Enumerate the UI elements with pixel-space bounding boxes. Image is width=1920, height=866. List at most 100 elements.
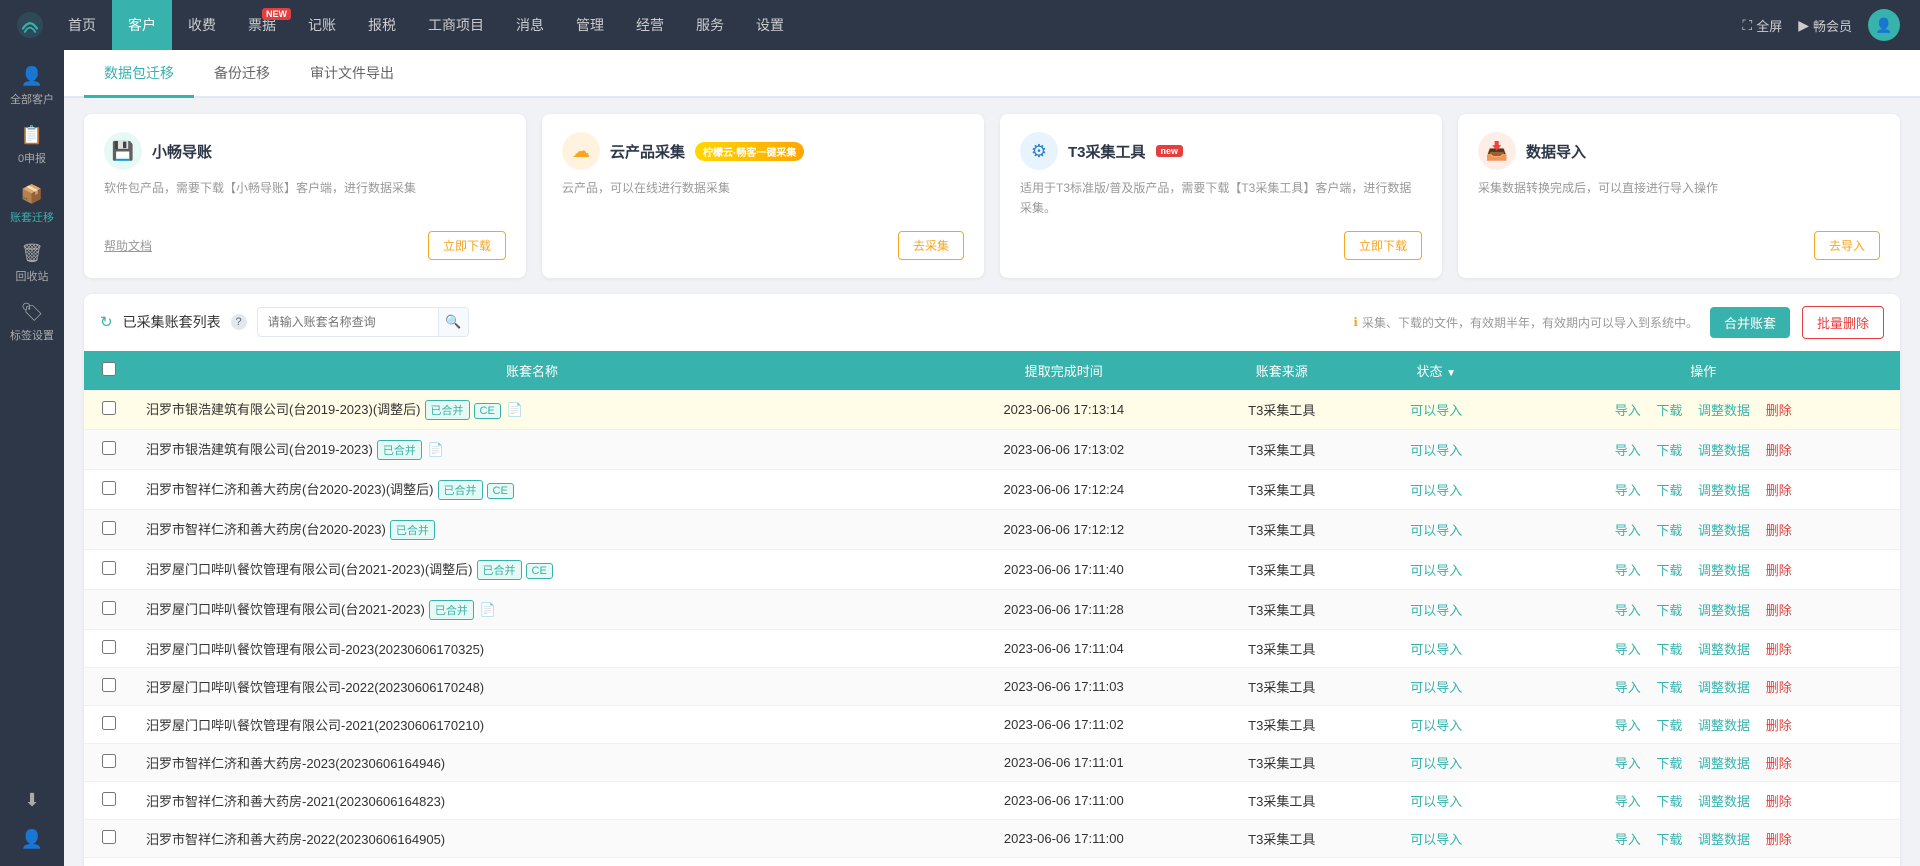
- delete-btn[interactable]: 删除: [1766, 794, 1792, 809]
- import-btn[interactable]: 导入: [1615, 443, 1641, 458]
- adjust-data-btn[interactable]: 调整数据: [1698, 563, 1750, 578]
- import-btn[interactable]: 导入: [1615, 523, 1641, 538]
- download-btn[interactable]: 下载: [1656, 563, 1682, 578]
- delete-btn[interactable]: 删除: [1766, 680, 1792, 695]
- row-checkbox[interactable]: [102, 401, 116, 415]
- card-icon-green: 💾: [104, 132, 142, 170]
- row-checkbox[interactable]: [102, 521, 116, 535]
- nav-item-home[interactable]: 首页: [52, 0, 112, 50]
- download-btn[interactable]: 下载: [1656, 794, 1682, 809]
- col-status[interactable]: 状态 ▼: [1366, 351, 1506, 390]
- nav-item-bookkeeping[interactable]: 记账: [292, 0, 352, 50]
- merge-account-btn[interactable]: 合并账套: [1710, 307, 1790, 338]
- download-btn[interactable]: 下载: [1656, 832, 1682, 847]
- tab-data-migration[interactable]: 数据包迁移: [84, 51, 194, 98]
- row-checkbox[interactable]: [102, 441, 116, 455]
- delete-btn[interactable]: 删除: [1766, 523, 1792, 538]
- delete-btn[interactable]: 删除: [1766, 563, 1792, 578]
- import-btn[interactable]: 导入: [1615, 832, 1641, 847]
- adjust-data-btn[interactable]: 调整数据: [1698, 443, 1750, 458]
- help-doc-link[interactable]: 帮助文档: [104, 237, 152, 254]
- t3-download-btn[interactable]: 立即下载: [1344, 231, 1422, 260]
- delete-btn[interactable]: 删除: [1766, 642, 1792, 657]
- download-btn[interactable]: 下载: [1656, 443, 1682, 458]
- adjust-data-btn[interactable]: 调整数据: [1698, 832, 1750, 847]
- adjust-data-btn[interactable]: 调整数据: [1698, 403, 1750, 418]
- adjust-data-btn[interactable]: 调整数据: [1698, 603, 1750, 618]
- nav-item-tax[interactable]: 报税: [352, 0, 412, 50]
- info-icon[interactable]: ?: [231, 314, 247, 330]
- fullscreen-btn[interactable]: ⛶ 全屏: [1742, 16, 1782, 35]
- row-checkbox[interactable]: [102, 716, 116, 730]
- nav-item-operation[interactable]: 经营: [620, 0, 680, 50]
- row-checkbox[interactable]: [102, 601, 116, 615]
- go-collect-btn[interactable]: 去采集: [898, 231, 964, 260]
- delete-btn[interactable]: 删除: [1766, 603, 1792, 618]
- nav-item-message[interactable]: 消息: [500, 0, 560, 50]
- download-btn[interactable]: 下载: [1656, 756, 1682, 771]
- go-import-btn[interactable]: 去导入: [1814, 231, 1880, 260]
- adjust-data-btn[interactable]: 调整数据: [1698, 642, 1750, 657]
- import-btn[interactable]: 导入: [1615, 603, 1641, 618]
- member-btn[interactable]: ▶ 畅会员: [1798, 16, 1852, 35]
- adjust-data-btn[interactable]: 调整数据: [1698, 794, 1750, 809]
- nav-item-bizproject[interactable]: 工商项目: [412, 0, 500, 50]
- import-btn[interactable]: 导入: [1615, 642, 1641, 657]
- delete-btn[interactable]: 删除: [1766, 443, 1792, 458]
- refresh-icon[interactable]: ↻: [100, 313, 113, 331]
- adjust-data-btn[interactable]: 调整数据: [1698, 483, 1750, 498]
- delete-btn[interactable]: 删除: [1766, 718, 1792, 733]
- tab-audit-export[interactable]: 审计文件导出: [290, 51, 414, 98]
- nav-item-service[interactable]: 服务: [680, 0, 740, 50]
- import-btn[interactable]: 导入: [1615, 680, 1641, 695]
- delete-btn[interactable]: 删除: [1766, 756, 1792, 771]
- download-btn[interactable]: 下载: [1656, 603, 1682, 618]
- batch-delete-btn[interactable]: 批量删除: [1802, 306, 1884, 339]
- nav-item-invoice[interactable]: 票据 NEW: [232, 0, 292, 50]
- adjust-data-btn[interactable]: 调整数据: [1698, 523, 1750, 538]
- nav-item-settings[interactable]: 设置: [740, 0, 800, 50]
- download-btn[interactable]: 下载: [1656, 718, 1682, 733]
- download-now-btn[interactable]: 立即下载: [428, 231, 506, 260]
- import-btn[interactable]: 导入: [1615, 756, 1641, 771]
- download-btn[interactable]: 下载: [1656, 523, 1682, 538]
- row-checkbox[interactable]: [102, 640, 116, 654]
- import-btn[interactable]: 导入: [1615, 718, 1641, 733]
- delete-btn[interactable]: 删除: [1766, 403, 1792, 418]
- nav-item-charge[interactable]: 收费: [172, 0, 232, 50]
- download-btn[interactable]: 下载: [1656, 642, 1682, 657]
- sidebar-item-all-customer[interactable]: 👤 全部客户: [3, 58, 61, 115]
- nav-logo[interactable]: [8, 0, 52, 50]
- import-btn[interactable]: 导入: [1615, 563, 1641, 578]
- adjust-data-btn[interactable]: 调整数据: [1698, 680, 1750, 695]
- adjust-data-btn[interactable]: 调整数据: [1698, 756, 1750, 771]
- nav-item-management[interactable]: 管理: [560, 0, 620, 50]
- search-btn[interactable]: 🔍: [438, 307, 468, 337]
- row-checkbox[interactable]: [102, 830, 116, 844]
- sidebar-item-zero-report[interactable]: 📋 0申报: [3, 117, 61, 174]
- import-btn[interactable]: 导入: [1615, 403, 1641, 418]
- sidebar-item-recycle[interactable]: 🗑 回收站: [3, 235, 61, 292]
- import-btn[interactable]: 导入: [1615, 794, 1641, 809]
- row-checkbox[interactable]: [102, 754, 116, 768]
- sidebar-user-btn[interactable]: 👤: [3, 821, 61, 858]
- search-input[interactable]: [258, 315, 438, 329]
- delete-btn[interactable]: 删除: [1766, 832, 1792, 847]
- download-btn[interactable]: 下载: [1656, 483, 1682, 498]
- sidebar-item-tag-settings[interactable]: 🏷 标签设置: [3, 294, 61, 351]
- nav-item-customer[interactable]: 客户: [112, 0, 172, 50]
- row-checkbox[interactable]: [102, 561, 116, 575]
- import-btn[interactable]: 导入: [1615, 483, 1641, 498]
- download-btn[interactable]: 下载: [1656, 680, 1682, 695]
- row-checkbox[interactable]: [102, 481, 116, 495]
- adjust-data-btn[interactable]: 调整数据: [1698, 718, 1750, 733]
- download-btn[interactable]: 下载: [1656, 403, 1682, 418]
- row-checkbox[interactable]: [102, 678, 116, 692]
- delete-btn[interactable]: 删除: [1766, 483, 1792, 498]
- sidebar-download-btn[interactable]: ⬇: [3, 782, 61, 819]
- select-all-checkbox[interactable]: [102, 362, 116, 376]
- row-checkbox[interactable]: [102, 792, 116, 806]
- sidebar-item-account-migration[interactable]: 📦 账套迁移: [3, 176, 61, 233]
- tab-backup-migration[interactable]: 备份迁移: [194, 51, 290, 98]
- nav-avatar[interactable]: 👤: [1868, 9, 1900, 41]
